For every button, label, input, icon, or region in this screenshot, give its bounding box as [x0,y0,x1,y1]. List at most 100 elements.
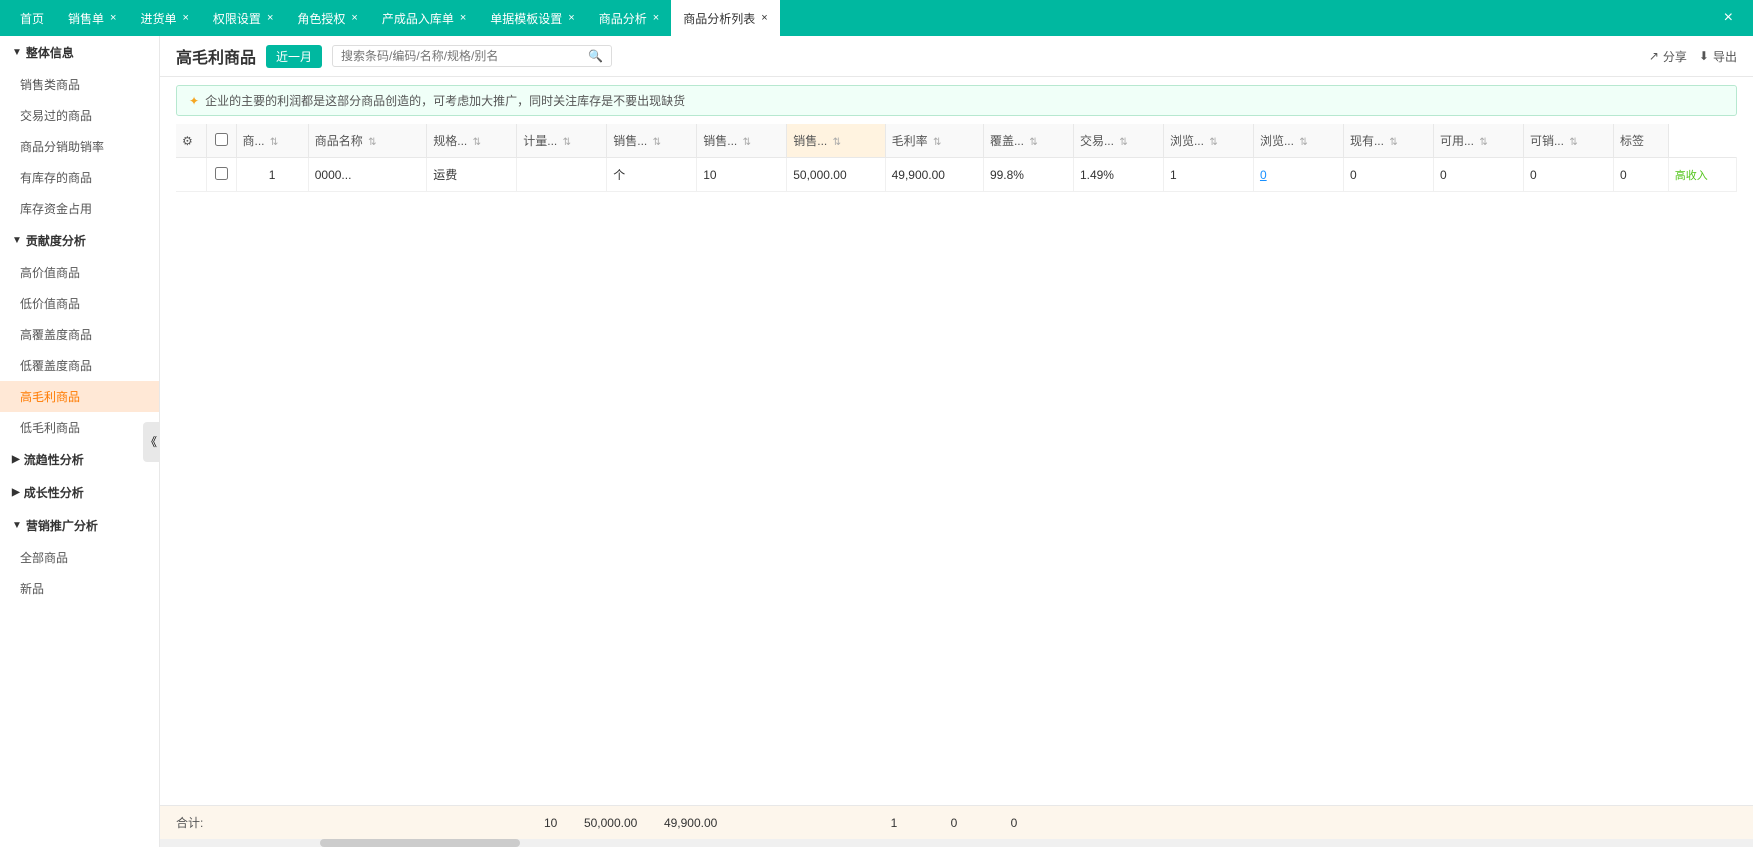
sidebar-group-growth[interactable]: ▶ 成长性分析 [0,476,159,509]
sort-icon: ⇅ [1299,137,1307,148]
sort-icon: ⇅ [1209,137,1217,148]
sidebar-item-low-margin[interactable]: 低毛利商品 [0,412,159,443]
close-icon[interactable]: × [182,12,188,24]
col-coverage[interactable]: 覆盖... ⇅ [983,124,1073,158]
horizontal-scrollbar[interactable] [160,839,1753,847]
row-settings[interactable] [176,158,206,192]
close-icon[interactable]: × [653,12,659,24]
search-input[interactable] [341,49,588,63]
export-button[interactable]: ⬇ 导出 [1699,48,1737,65]
content-header: 高毛利商品 近一月 🔍 ↗ 分享 ⬇ 导出 [160,36,1753,77]
footer-browse2: 0 [963,816,1023,830]
sidebar-group-marketing[interactable]: ▼ 营销推广分析 [0,509,159,542]
col-unit[interactable]: 计量... ⇅ [517,124,607,158]
sidebar-item-high-margin[interactable]: 高毛利商品 [0,381,159,412]
sort-icon: ⇅ [270,137,278,148]
close-icon[interactable]: × [761,12,767,24]
sidebar-item-low-value[interactable]: 低价值商品 [0,288,159,319]
col-checkbox[interactable] [206,124,236,158]
row-saleable: 0 [1613,158,1668,192]
sidebar-item-new-products[interactable]: 新品 [0,573,159,604]
col-sales-qty[interactable]: 销售... ⇅ [607,124,697,158]
col-code[interactable]: 商... ⇅ [236,124,308,158]
row-gross-margin: 99.8% [983,158,1073,192]
sort-icon: ⇅ [653,137,661,148]
row-num: 1 [236,158,308,192]
col-sales-profit[interactable]: 销售... ⇅ [787,124,885,158]
col-gross-margin[interactable]: 毛利率 ⇅ [885,124,983,158]
row-browse1[interactable]: 0 [1253,158,1343,192]
period-button[interactable]: 近一月 [266,45,322,68]
nav-sales-order[interactable]: 销售单 × [56,0,128,36]
nav-template-settings[interactable]: 单据模板设置 × [478,0,586,36]
nav-permissions[interactable]: 权限设置 × [201,0,285,36]
close-icon[interactable]: × [460,12,466,24]
col-current[interactable]: 现有... ⇅ [1343,124,1433,158]
share-button[interactable]: ↗ 分享 [1649,48,1687,65]
content-area: 高毛利商品 近一月 🔍 ↗ 分享 ⬇ 导出 ✦ 企业的主要的利润都是这部分商品创… [160,36,1753,847]
col-name[interactable]: 商品名称 ⇅ [308,124,427,158]
sidebar-collapse-button[interactable]: 《 [143,422,159,462]
sort-icon: ⇅ [368,137,376,148]
product-table: ⚙ 商... ⇅ 商品名称 ⇅ [176,124,1737,192]
sidebar-group-contribution[interactable]: ▼ 贡献度分析 [0,224,159,257]
col-available[interactable]: 可用... ⇅ [1433,124,1523,158]
sidebar: ▼ 整体信息 销售类商品 交易过的商品 商品分销助销率 有库存的商品 库存资金占… [0,36,160,847]
footer-label: 合计: [176,814,203,831]
share-icon: ↗ [1649,49,1659,63]
row-sales-amount: 50,000.00 [787,158,885,192]
sidebar-item-all-products[interactable]: 全部商品 [0,542,159,573]
settings-icon[interactable]: ⚙ [182,134,193,148]
nav-home[interactable]: 首页 [8,0,56,36]
sidebar-group-trend[interactable]: ▶ 流趋性分析 [0,443,159,476]
nav-product-entry[interactable]: 产成品入库单 × [370,0,478,36]
close-icon[interactable]: × [267,12,273,24]
nav-product-analysis[interactable]: 商品分析 × [587,0,671,36]
select-all-checkbox[interactable] [215,133,228,146]
export-icon: ⬇ [1699,49,1709,63]
sidebar-item-inventory-capital[interactable]: 库存资金占用 [0,193,159,224]
header-actions: ↗ 分享 ⬇ 导出 [1649,48,1737,65]
col-settings[interactable]: ⚙ [176,124,206,158]
col-browse1[interactable]: 浏览... ⇅ [1163,124,1253,158]
sort-icon: ⇅ [933,137,941,148]
notice-icon: ✦ [189,94,199,108]
sidebar-item-high-value[interactable]: 高价值商品 [0,257,159,288]
close-icon[interactable]: × [110,12,116,24]
table-container[interactable]: ⚙ 商... ⇅ 商品名称 ⇅ [160,124,1753,805]
sort-icon: ⇅ [563,137,571,148]
sidebar-group-overall[interactable]: ▼ 整体信息 [0,36,159,69]
sidebar-item-in-stock[interactable]: 有库存的商品 [0,162,159,193]
col-browse2[interactable]: 浏览... ⇅ [1253,124,1343,158]
chevron-right-icon: ▶ [12,487,20,498]
col-transactions[interactable]: 交易... ⇅ [1073,124,1163,158]
sidebar-item-high-coverage[interactable]: 高覆盖度商品 [0,319,159,350]
search-icon[interactable]: 🔍 [588,49,603,63]
sidebar-item-traded-products[interactable]: 交易过的商品 [0,100,159,131]
row-coverage: 1.49% [1073,158,1163,192]
row-transactions: 1 [1163,158,1253,192]
sort-icon: ⇅ [1569,137,1577,148]
sort-icon: ⇅ [743,137,751,148]
window-close-button[interactable]: × [1712,9,1745,27]
col-tag[interactable]: 标签 [1613,124,1668,158]
chevron-down-icon: ▼ [12,47,22,58]
sidebar-item-sales-products[interactable]: 销售类商品 [0,69,159,100]
sort-icon: ⇅ [1029,137,1037,148]
sidebar-item-low-coverage[interactable]: 低覆盖度商品 [0,350,159,381]
sort-icon: ⇅ [1479,137,1487,148]
row-sales-qty: 10 [697,158,787,192]
collapse-icon: 《 [145,433,157,450]
col-spec[interactable]: 规格... ⇅ [427,124,517,158]
footer-sales-amount: 50,000.00 [563,816,643,830]
col-sales-amount[interactable]: 销售... ⇅ [697,124,787,158]
close-icon[interactable]: × [568,12,574,24]
nav-roles[interactable]: 角色授权 × [285,0,369,36]
scrollbar-thumb[interactable] [320,839,520,847]
nav-product-analysis-list[interactable]: 商品分析列表 × [671,0,779,36]
col-saleable[interactable]: 可销... ⇅ [1523,124,1613,158]
nav-purchase-order[interactable]: 进货单 × [128,0,200,36]
row-checkbox[interactable] [206,158,236,192]
close-icon[interactable]: × [351,12,357,24]
sidebar-item-distribution-rate[interactable]: 商品分销助销率 [0,131,159,162]
